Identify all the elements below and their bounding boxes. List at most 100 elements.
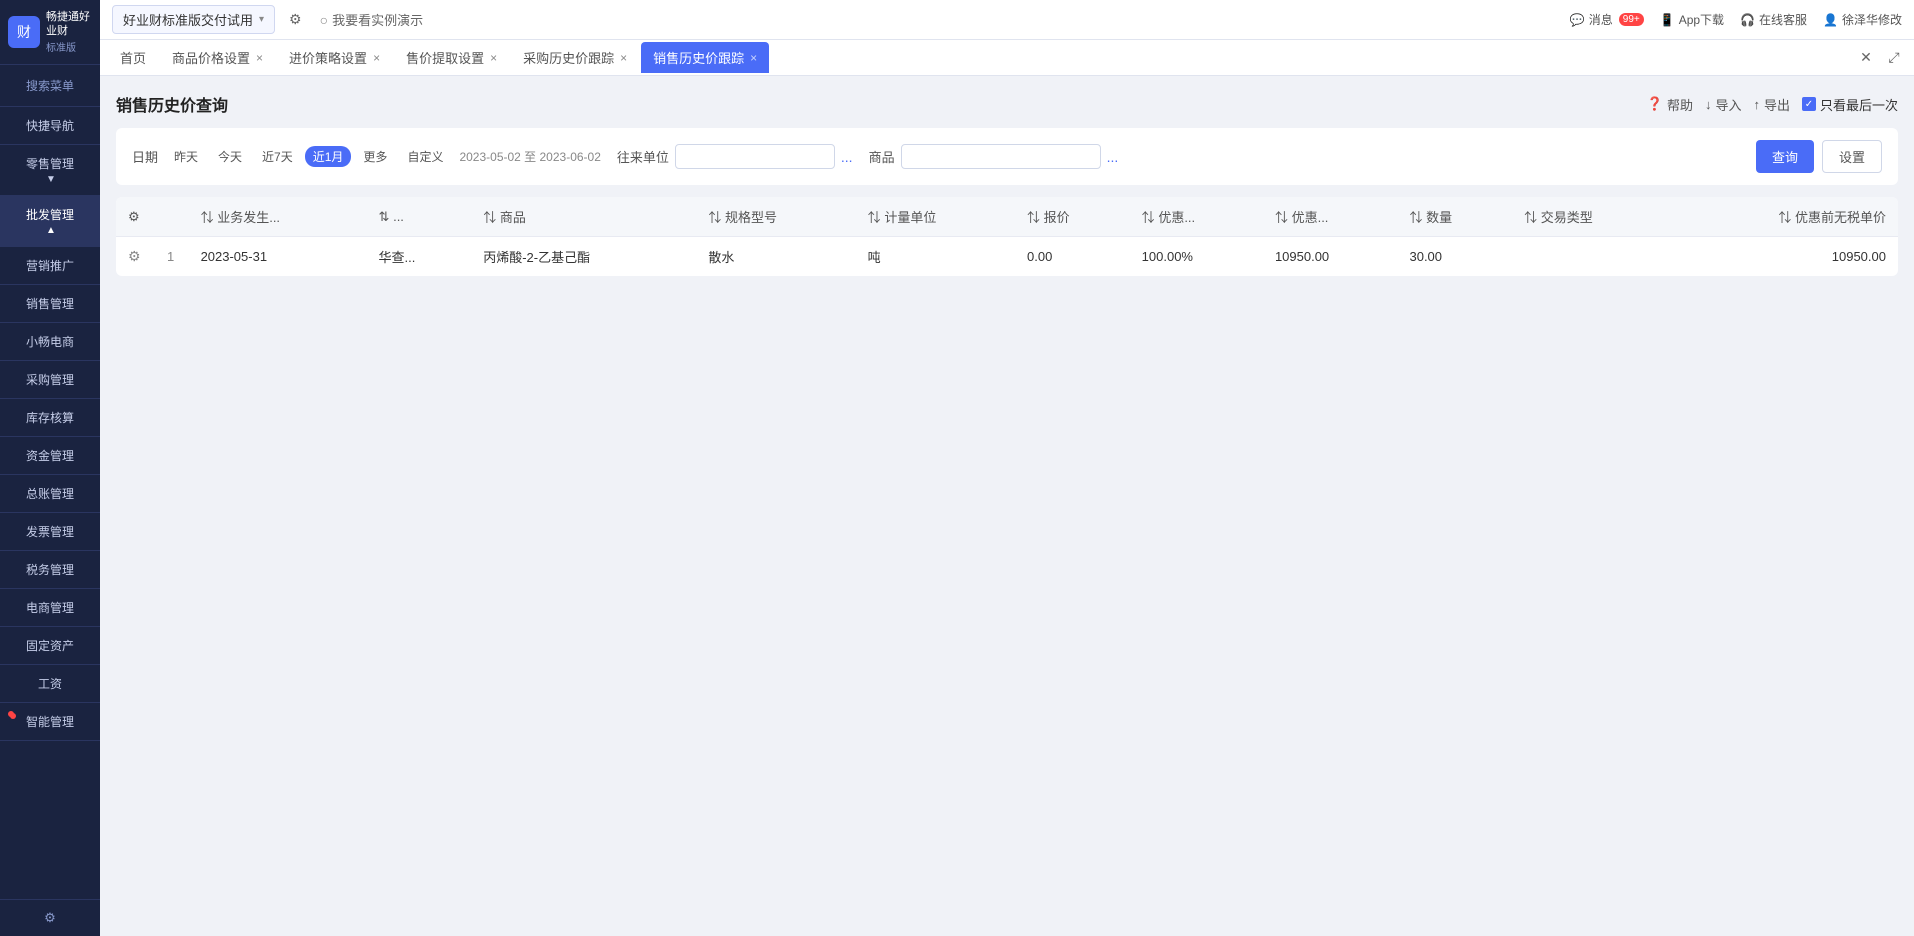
source-input[interactable] <box>675 144 835 169</box>
sidebar-item-sales[interactable]: 销售管理 <box>0 285 100 323</box>
col-num <box>153 197 189 237</box>
col-quantity-label: 数量 <box>1426 210 1452 225</box>
date-custom[interactable]: 自定义 <box>399 146 451 167</box>
sidebar-item-marketing[interactable]: 营销推广 <box>0 247 100 285</box>
sidebar-logo: 财 畅捷通好业财 标准版 <box>0 0 100 65</box>
sidebar-item-ecommerce-small[interactable]: 小畅电商 <box>0 323 100 361</box>
col-spec[interactable]: ⇅ 规格型号 <box>696 197 855 237</box>
sidebar: 财 畅捷通好业财 标准版 搜索菜单 快捷导航 零售管理 ▼ 批发管理 ▲ 营销推… <box>0 0 100 936</box>
sidebar-item-accounting[interactable]: 总账管理 <box>0 475 100 513</box>
user-label: 徐泽华修改 <box>1842 11 1902 28</box>
col-discount1-label: 优惠... <box>1158 210 1195 225</box>
sidebar-search-item[interactable]: 搜索菜单 <box>0 65 100 107</box>
sidebar-item-salary[interactable]: 工资 <box>0 665 100 703</box>
row-pretax-price: 10950.00 <box>1671 237 1898 277</box>
sidebar-item-wholesale[interactable]: 批发管理 ▲ <box>0 196 100 247</box>
last-only-label: 只看最后一次 <box>1820 95 1898 114</box>
sidebar-item-retail[interactable]: 零售管理 ▼ <box>0 145 100 196</box>
col-trans-type[interactable]: ⇅ 交易类型 <box>1512 197 1671 237</box>
app-label: App下载 <box>1679 11 1724 28</box>
date-yesterday[interactable]: 昨天 <box>166 146 206 167</box>
panel-expand-button[interactable]: ⤢ <box>1882 46 1906 70</box>
user-button[interactable]: 👤 徐泽华修改 <box>1823 11 1902 28</box>
col-date[interactable]: ⇅ 业务发生... <box>189 197 367 237</box>
col-trans-type-label: 交易类型 <box>1541 210 1593 225</box>
demo-button[interactable]: ○ 我要看实例演示 <box>320 10 423 29</box>
date-more[interactable]: 更多 <box>355 146 395 167</box>
panel-close-button[interactable]: ✕ <box>1854 46 1878 70</box>
sidebar-settings-button[interactable]: ⚙ <box>0 899 100 936</box>
date-1month[interactable]: 近1月 <box>305 146 352 167</box>
col-pretax-price[interactable]: ⇅ 优惠前无税单价 <box>1671 197 1898 237</box>
tab-strategy[interactable]: 进价策略设置 × <box>277 42 392 73</box>
logo-text: 畅捷通好业财 <box>46 10 92 39</box>
row-price: 0.00 <box>1015 237 1130 277</box>
product-dots-button[interactable]: ... <box>1107 149 1119 165</box>
col-product-label: 商品 <box>500 210 526 225</box>
date-today[interactable]: 今天 <box>210 146 250 167</box>
phone-icon: 📱 <box>1660 13 1675 27</box>
sidebar-item-marketing-label: 营销推广 <box>26 257 74 274</box>
online-service-button[interactable]: 🎧 在线客服 <box>1740 11 1807 28</box>
message-button[interactable]: 💬 消息 99+ <box>1570 11 1644 28</box>
row-discount1: 100.00% <box>1130 237 1263 277</box>
version-selector[interactable]: 好业财标准版交付试用 ▾ <box>112 5 275 34</box>
tab-price-close[interactable]: × <box>256 51 263 65</box>
tab-purchase-history[interactable]: 采购历史价跟踪 × <box>511 42 639 73</box>
product-input[interactable] <box>901 144 1101 169</box>
tab-home-label: 首页 <box>120 48 146 67</box>
tab-sales-history-label: 销售历史价跟踪 <box>653 48 744 67</box>
message-badge: 99+ <box>1619 13 1644 26</box>
tab-sale-extract[interactable]: 售价提取设置 × <box>394 42 509 73</box>
tab-price[interactable]: 商品价格设置 × <box>160 42 275 73</box>
table-row[interactable]: ⚙ 1 2023-05-31 华查... 丙烯酸-2-乙基己酯 散水 吨 0.0… <box>116 237 1898 277</box>
col-gear[interactable]: ⚙ <box>116 197 153 237</box>
sidebar-item-tax[interactable]: 税务管理 <box>0 551 100 589</box>
tab-sale-extract-close[interactable]: × <box>490 51 497 65</box>
col-discount1[interactable]: ⇅ 优惠... <box>1130 197 1263 237</box>
col-unit[interactable]: ⇅ 计量单位 <box>856 197 1015 237</box>
help-button[interactable]: ❓ 帮助 <box>1647 95 1693 114</box>
help-label: 帮助 <box>1667 95 1693 114</box>
data-table: ⚙ ⇅ 业务发生... ⇅ ... ⇅ 商品 <box>116 197 1898 276</box>
col-dots[interactable]: ⇅ ... <box>367 197 472 237</box>
sidebar-item-finance[interactable]: 资金管理 <box>0 437 100 475</box>
sidebar-item-fixed-assets[interactable]: 固定资产 <box>0 627 100 665</box>
col-product[interactable]: ⇅ 商品 <box>471 197 696 237</box>
tab-strategy-close[interactable]: × <box>373 51 380 65</box>
tab-price-label: 商品价格设置 <box>172 48 250 67</box>
date-7days[interactable]: 近7天 <box>254 146 301 167</box>
sort-icon: ⇅ <box>868 210 881 225</box>
col-discount2[interactable]: ⇅ 优惠... <box>1263 197 1398 237</box>
last-only-checkbox[interactable]: ✓ 只看最后一次 <box>1802 95 1898 114</box>
tab-home[interactable]: 首页 <box>108 42 158 73</box>
settings-icon: ⚙ <box>44 910 56 925</box>
filter-actions: 查询 设置 <box>1756 140 1882 173</box>
col-price[interactable]: ⇅ 报价 <box>1015 197 1130 237</box>
tab-sales-history[interactable]: 销售历史价跟踪 × <box>641 42 769 73</box>
settings-button[interactable]: 设置 <box>1822 140 1882 173</box>
sidebar-item-inventory[interactable]: 库存核算 <box>0 399 100 437</box>
row-gear-icon: ⚙ <box>116 237 153 277</box>
col-quantity[interactable]: ⇅ 数量 <box>1397 197 1512 237</box>
sidebar-item-sales-label: 销售管理 <box>26 295 74 312</box>
sidebar-item-quick-nav[interactable]: 快捷导航 <box>0 107 100 145</box>
page-header: 销售历史价查询 ❓ 帮助 ↓ 导入 ↑ 导出 ✓ 只看最后一次 <box>116 92 1898 116</box>
tab-sales-history-close[interactable]: × <box>750 51 757 65</box>
app-download-button[interactable]: 📱 App下载 <box>1660 11 1724 28</box>
import-button[interactable]: ↓ 导入 <box>1705 95 1742 114</box>
source-dots-button[interactable]: ... <box>841 149 853 165</box>
sidebar-item-invoice[interactable]: 发票管理 <box>0 513 100 551</box>
col-price-label: 报价 <box>1044 210 1070 225</box>
tab-purchase-history-close[interactable]: × <box>620 51 627 65</box>
sidebar-item-ecommerce[interactable]: 电商管理 <box>0 589 100 627</box>
sort-icon: ⇅ <box>483 210 496 225</box>
settings-gear-icon[interactable]: ⚙ <box>285 7 306 32</box>
sidebar-item-purchase[interactable]: 采购管理 <box>0 361 100 399</box>
sidebar-item-smart[interactable]: 智能管理 <box>0 703 100 741</box>
page-title: 销售历史价查询 <box>116 92 1647 116</box>
export-button[interactable]: ↑ 导出 <box>1753 95 1790 114</box>
query-button[interactable]: 查询 <box>1756 140 1814 173</box>
product-filter: 商品 ... <box>869 144 1119 169</box>
source-label: 往来单位 <box>617 147 669 166</box>
